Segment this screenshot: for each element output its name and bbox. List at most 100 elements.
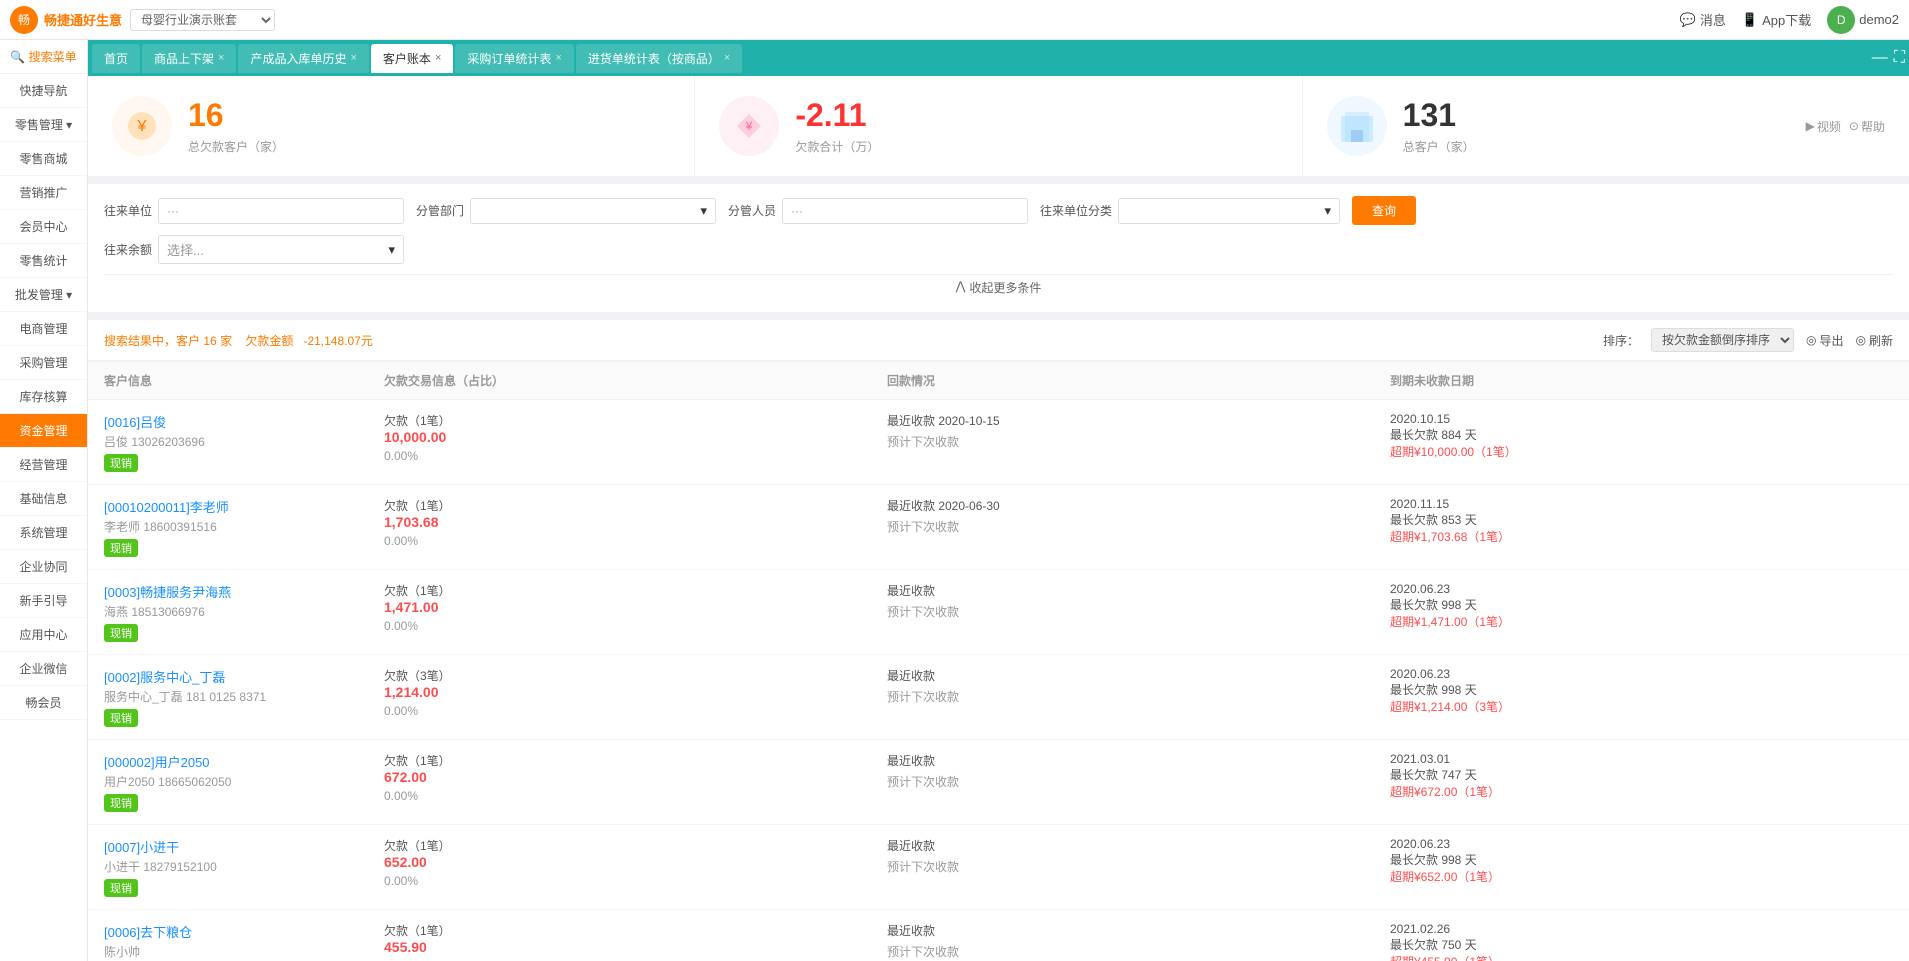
filter-balance-dropdown[interactable]: 选择... ▾ xyxy=(158,235,404,264)
sidebar-item-retail-stats[interactable]: 零售统计 xyxy=(0,244,87,278)
user-action[interactable]: D demo2 xyxy=(1827,6,1899,34)
due-date: 2020.06.23 xyxy=(1390,582,1893,596)
chevron-down-icon: ▾ xyxy=(700,203,707,219)
tab-home[interactable]: 首页 xyxy=(92,44,140,73)
max-days: 最长欠款 884 天 xyxy=(1390,426,1893,443)
app-download-action[interactable]: 📱 App下载 xyxy=(1742,10,1811,29)
debt-percent: 0.00% xyxy=(384,704,887,718)
chevron-down-icon: ▾ xyxy=(1324,203,1331,219)
filter-dept-label: 分管部门 xyxy=(416,202,464,219)
sidebar-item-finance[interactable]: 资金管理 xyxy=(0,414,87,448)
table-row: [0016]吕俊 吕俊 13026203696 现销 欠款（1笔） 10,000… xyxy=(88,400,1909,485)
sidebar-item-wechat[interactable]: 企业微信 xyxy=(0,652,87,686)
sidebar-item-operation[interactable]: 经营管理 xyxy=(0,448,87,482)
message-icon: 💬 xyxy=(1680,12,1696,28)
tab-minimize-btn[interactable]: — xyxy=(1872,49,1888,67)
tab-close-icon[interactable]: × xyxy=(435,52,441,64)
sidebar-item-member-vip[interactable]: 畅会员 xyxy=(0,686,87,720)
tab-close-icon[interactable]: × xyxy=(350,52,356,64)
overdue-link[interactable]: 超期¥455.90（1笔） xyxy=(1390,953,1893,961)
customer-name[interactable]: [0006]去下粮仓 xyxy=(104,922,384,941)
sidebar-item-member[interactable]: 会员中心 xyxy=(0,210,87,244)
top-bar-left: 畅 畅捷通好生意 母婴行业演示账套 xyxy=(10,6,275,34)
last-collection: 最近收款 xyxy=(887,752,1390,769)
tab-import-stats[interactable]: 进货单统计表（按商品） × xyxy=(576,44,742,73)
refresh-btn[interactable]: ◎ 刷新 xyxy=(1856,332,1894,349)
debt-info-cell: 欠款（3笔） 1,214.00 0.00% xyxy=(384,667,887,718)
sidebar-item-enterprise[interactable]: 企业协同 xyxy=(0,550,87,584)
sort-select[interactable]: 按欠款金额倒序排序 xyxy=(1651,328,1794,352)
sidebar-item-label: 零售管理 ▾ xyxy=(15,118,72,132)
due-date: 2020.06.23 xyxy=(1390,667,1893,681)
refresh-label: 刷新 xyxy=(1869,332,1893,349)
customer-name[interactable]: [0007]小进干 xyxy=(104,837,384,856)
tab-label: 商品上下架 xyxy=(154,50,214,67)
sidebar-item-batch-mgmt[interactable]: 批发管理 ▾ xyxy=(0,278,87,312)
view-action[interactable]: ▶ 视频 xyxy=(1806,118,1841,135)
tab-customer-account[interactable]: 客户账本 × xyxy=(371,44,453,73)
sidebar-item-basic-info[interactable]: 基础信息 xyxy=(0,482,87,516)
next-collection: 预计下次收款 xyxy=(887,688,1390,705)
due-info-cell: 2021.02.26 最长欠款 750 天 超期¥455.90（1笔） xyxy=(1390,922,1893,961)
last-collection: 最近收款 2020-10-15 xyxy=(887,412,1390,429)
customer-contact: 陈小帅 xyxy=(104,943,384,960)
customer-name[interactable]: [0002]服务中心_丁磊 xyxy=(104,667,384,686)
overdue-link[interactable]: 超期¥652.00（1笔） xyxy=(1390,868,1893,885)
filter-unit-category-dropdown[interactable]: ▾ xyxy=(1118,198,1340,224)
collapse-row[interactable]: ⋀ 收起更多条件 xyxy=(104,274,1893,300)
tab-maximize-btn[interactable]: ⛶ xyxy=(1894,49,1905,67)
filter-dept-dropdown[interactable]: ▾ xyxy=(470,198,716,224)
customer-badge: 现销 xyxy=(104,709,138,727)
username: demo2 xyxy=(1859,12,1899,27)
sidebar-search[interactable]: 🔍 搜索菜单 xyxy=(0,40,87,74)
help-action[interactable]: ⊙ 帮助 xyxy=(1849,118,1885,135)
customer-name[interactable]: [0003]畅捷服务尹海燕 xyxy=(104,582,384,601)
tab-purchase-stats[interactable]: 采购订单统计表 × xyxy=(455,44,573,73)
sidebar-item-retail-mgmt[interactable]: 零售管理 ▾ xyxy=(0,108,87,142)
filter-from-unit-input[interactable]: ··· xyxy=(158,198,404,224)
tab-label: 客户账本 xyxy=(383,50,431,67)
stat-number-debt: -2.11 xyxy=(795,97,1277,134)
tab-products-off[interactable]: 商品上下架 × xyxy=(142,44,236,73)
sidebar-item-purchase-mgmt[interactable]: 采购管理 xyxy=(0,346,87,380)
overdue-link[interactable]: 超期¥1,214.00（3笔） xyxy=(1390,698,1893,715)
search-icon: 🔍 xyxy=(10,50,25,64)
sidebar-item-marketing[interactable]: 营销推广 xyxy=(0,176,87,210)
filter-dept: 分管部门 ▾ xyxy=(416,198,716,224)
repay-info-cell: 最近收款 2020-10-15 预计下次收款 xyxy=(887,412,1390,450)
overdue-link[interactable]: 超期¥1,471.00（1笔） xyxy=(1390,613,1893,630)
debt-info-cell: 欠款（1笔） 1,471.00 0.00% xyxy=(384,582,887,633)
table-header: 客户信息 欠款交易信息（占比） 回款情况 到期未收款日期 xyxy=(88,362,1909,400)
overdue-link[interactable]: 超期¥10,000.00（1笔） xyxy=(1390,443,1893,460)
customer-name[interactable]: [000002]用户2050 xyxy=(104,752,384,771)
customer-name[interactable]: [00010200011]李老师 xyxy=(104,497,384,516)
sidebar-item-retail-mall[interactable]: 零售商城 xyxy=(0,142,87,176)
stat-icon-diamond: ¥ xyxy=(719,96,779,156)
tab-close-icon[interactable]: × xyxy=(724,52,730,64)
sidebar-item-label: 资金管理 xyxy=(19,424,67,438)
sidebar-item-quick-nav[interactable]: 快捷导航 xyxy=(0,74,87,108)
customer-name[interactable]: [0016]吕俊 xyxy=(104,412,384,431)
overdue-link[interactable]: 超期¥672.00（1笔） xyxy=(1390,783,1893,800)
industry-select[interactable]: 母婴行业演示账套 xyxy=(130,9,275,31)
search-button[interactable]: 查询 xyxy=(1352,196,1416,225)
tab-close-icon[interactable]: × xyxy=(218,52,224,64)
max-days: 最长欠款 998 天 xyxy=(1390,596,1893,613)
debt-info-cell: 欠款（1笔） 10,000.00 0.00% xyxy=(384,412,887,463)
sidebar-item-label: 零售统计 xyxy=(19,254,67,268)
tab-close-icon[interactable]: × xyxy=(555,52,561,64)
sidebar-item-guide[interactable]: 新手引导 xyxy=(0,584,87,618)
result-debt-amount: -21,148.07元 xyxy=(303,334,372,348)
sidebar-item-system[interactable]: 系统管理 xyxy=(0,516,87,550)
overdue-link[interactable]: 超期¥1,703.68（1笔） xyxy=(1390,528,1893,545)
customer-info-cell: [0016]吕俊 吕俊 13026203696 现销 xyxy=(104,412,384,472)
debt-amount: 1,703.68 xyxy=(384,514,887,530)
message-action[interactable]: 💬 消息 xyxy=(1680,10,1726,29)
sidebar-item-inventory[interactable]: 库存核算 xyxy=(0,380,87,414)
tab-production-history[interactable]: 产成品入库单历史 × xyxy=(238,44,368,73)
logo-text: 畅捷通好生意 xyxy=(44,10,122,29)
filter-person-input[interactable]: ··· xyxy=(782,198,1028,224)
sidebar-item-ecommerce[interactable]: 电商管理 xyxy=(0,312,87,346)
export-btn[interactable]: ◎ 导出 xyxy=(1806,332,1844,349)
sidebar-item-app-center[interactable]: 应用中心 xyxy=(0,618,87,652)
